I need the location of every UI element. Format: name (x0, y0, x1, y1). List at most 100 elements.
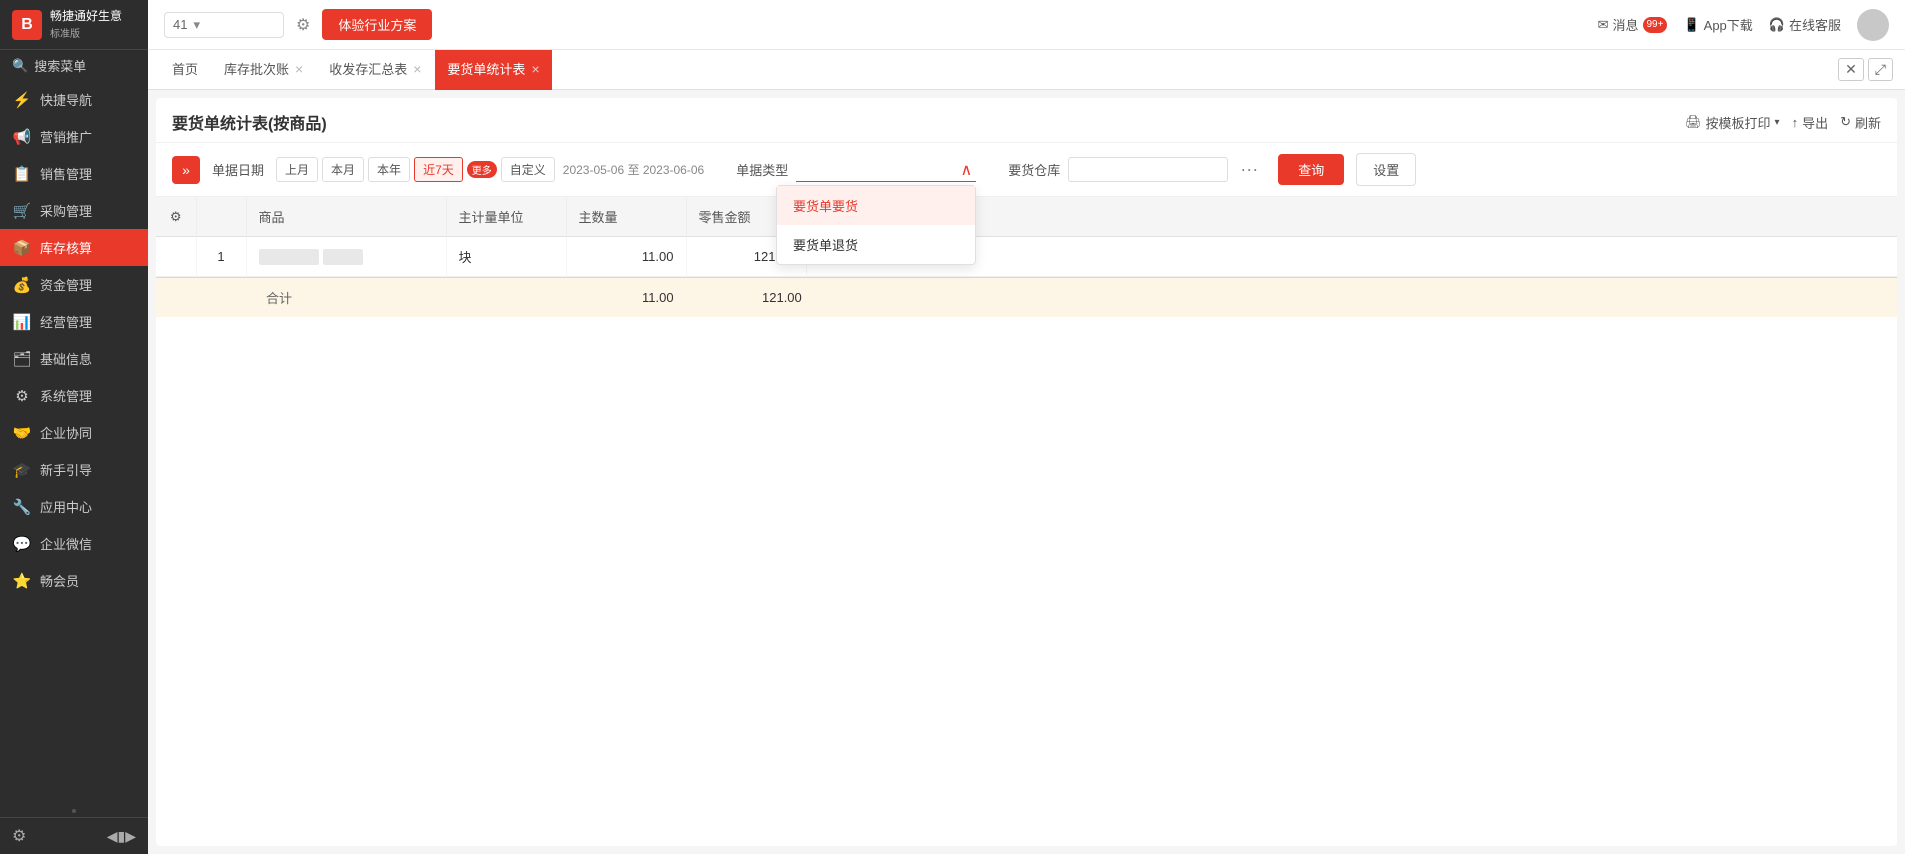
sidebar-item-7[interactable]: 🗂 基础信息 (0, 340, 148, 377)
sidebar-search[interactable]: 🔍 搜索菜单 (0, 50, 148, 81)
sidebar-item-inventory[interactable]: 📦 库存核算 (0, 229, 148, 266)
sidebar-bottom: ⚙ ◀▮▶ (0, 817, 148, 854)
type-input-wrapper: ∧ (796, 158, 976, 182)
sidebar-item-11[interactable]: 🔧 应用中心 (0, 488, 148, 525)
table-header-row: ⚙ 商品 主计量单位 主数量 零 (156, 197, 1897, 237)
tabbar-close-btn[interactable]: ✕ (1838, 58, 1864, 81)
col-settings[interactable]: ⚙ (156, 197, 196, 237)
collapse-icon[interactable]: ◀▮▶ (107, 828, 136, 845)
topbar-avatar[interactable] (1857, 9, 1889, 41)
sidebar-item-2[interactable]: 📋 销售管理 (0, 155, 148, 192)
date-range-text: 2023-05-06 至 2023-06-06 (563, 161, 704, 178)
settings-icon[interactable]: ⚙ (12, 826, 26, 846)
dropdown-item-1[interactable]: 要货单退货 (777, 225, 975, 264)
dropdown-item-0[interactable]: 要货单要货 (777, 186, 975, 225)
dropdown-arrow-icon: ▾ (193, 17, 200, 33)
filter-more-icon[interactable]: ··· (1240, 159, 1258, 180)
topbar-msg[interactable]: ✉ 消息 99+ (1598, 15, 1668, 34)
page: 要货单统计表(按商品) 🖨 按模板打印 ▾ ↑ 导出 ↻ 刷新 (148, 90, 1905, 854)
warehouse-input[interactable] (1068, 157, 1228, 182)
footer-qty: 11.00 (642, 290, 674, 305)
topbar-gear-icon[interactable]: ⚙ (296, 15, 310, 35)
topbar: 41 ▾ ⚙ 体验行业方案 ✉ 消息 99+ 📱 App下载 🎧 在线客服 (148, 0, 1905, 50)
sidebar-item-1[interactable]: 📢 营销推广 (0, 118, 148, 155)
date-label: 单据日期 (212, 160, 264, 179)
type-dropdown: 要货单要货 要货单退货 (776, 185, 976, 265)
filter-date-group: 上月 本月 本年 近7天 更多 自定义 2023-05-06 至 2023-06… (276, 157, 704, 182)
sidebar-item-0[interactable]: ⚡ 快捷导航 (0, 81, 148, 118)
date-btn-custom[interactable]: 自定义 (501, 157, 555, 182)
table-wrapper: ⚙ 商品 主计量单位 主数量 零 (156, 197, 1897, 277)
sidebar-icon-3: 🛒 (12, 202, 32, 220)
col-qty: 主数量 (566, 197, 686, 237)
sidebar-icon-7: 🗂 (12, 350, 32, 368)
row-qty: 11.00 (566, 237, 686, 277)
filter-warehouse-group: 要货仓库 ··· (1008, 157, 1258, 182)
query-btn[interactable]: 查询 (1278, 154, 1344, 185)
page-inner: 要货单统计表(按商品) 🖨 按模板打印 ▾ ↑ 导出 ↻ 刷新 (156, 98, 1897, 846)
tab-inventory-batch[interactable]: 库存批次账 × (212, 50, 315, 90)
date-btn-prev-month[interactable]: 上月 (276, 157, 318, 182)
topbar-dropdown[interactable]: 41 ▾ (164, 12, 284, 38)
row-no: 1 (196, 237, 246, 277)
col-no (196, 197, 246, 237)
topbar-app[interactable]: 📱 App下载 (1683, 15, 1752, 34)
date-btn-this-month[interactable]: 本月 (322, 157, 364, 182)
print-arrow-icon: ▾ (1775, 117, 1780, 128)
topbar-right: ✉ 消息 99+ 📱 App下载 🎧 在线客服 (1598, 9, 1889, 41)
sidebar-icon-9: 🤝 (12, 424, 32, 442)
col-unit: 主计量单位 (446, 197, 566, 237)
col-product: 商品 (246, 197, 446, 237)
tabbar: 首页 库存批次账 × 收发存汇总表 × 要货单统计表 × ✕ ⤢ (148, 50, 1905, 90)
sidebar-item-10[interactable]: 🎓 新手引导 (0, 451, 148, 488)
tab-close-1[interactable]: × (295, 62, 303, 76)
export-btn[interactable]: ↑ 导出 (1792, 113, 1829, 132)
print-btn[interactable]: 🖨 按模板打印 ▾ (1685, 113, 1780, 132)
sidebar-item-5[interactable]: 💰 资金管理 (0, 266, 148, 303)
date-more-badge[interactable]: 更多 (467, 161, 497, 178)
sidebar-nav: ⚡ 快捷导航 📢 营销推广 📋 销售管理 🛒 采购管理 📦 库存核算 💰 资金管… (0, 81, 148, 805)
type-arrow-icon[interactable]: ∧ (961, 160, 973, 180)
sidebar-item-13[interactable]: ⭐ 畅会员 (0, 562, 148, 599)
date-btn-7days[interactable]: 近7天 (414, 157, 463, 182)
sidebar-icon-6: 📊 (12, 313, 32, 331)
row-settings (156, 237, 196, 277)
sidebar-item-9[interactable]: 🤝 企业协同 (0, 414, 148, 451)
sidebar-icon-0: ⚡ (12, 91, 32, 109)
tab-receive-summary[interactable]: 收发存汇总表 × (317, 50, 433, 90)
row-product (246, 237, 446, 277)
sidebar-scroll-indicator (0, 805, 148, 817)
footer-amount: 121.00 (762, 290, 802, 305)
sidebar-item-3[interactable]: 🛒 采购管理 (0, 192, 148, 229)
sidebar: B 畅捷通好生意 标准版 🔍 搜索菜单 ⚡ 快捷导航 📢 营销推广 📋 销售管理… (0, 0, 148, 854)
tab-close-2[interactable]: × (413, 62, 421, 76)
filter-type-group: 单据类型 ∧ (736, 158, 976, 182)
tab-home[interactable]: 首页 (160, 50, 210, 90)
type-input[interactable] (796, 158, 976, 182)
sidebar-icon-10: 🎓 (12, 461, 32, 479)
tabbar-actions: ✕ ⤢ (1838, 58, 1893, 81)
table-footer: 合计 11.00 121.00 (156, 277, 1897, 317)
tab-close-3[interactable]: × (531, 62, 539, 76)
expand-icon: » (182, 162, 190, 178)
export-icon: ↑ (1792, 115, 1799, 130)
product-placeholder (259, 249, 434, 265)
sidebar-item-8[interactable]: ⚙ 系统管理 (0, 377, 148, 414)
date-btn-this-year[interactable]: 本年 (368, 157, 410, 182)
tabbar-expand-btn[interactable]: ⤢ (1868, 58, 1893, 81)
tab-order-stat[interactable]: 要货单统计表 × (435, 50, 551, 90)
setting-btn[interactable]: 设置 (1356, 153, 1416, 186)
page-actions: 🖨 按模板打印 ▾ ↑ 导出 ↻ 刷新 (1685, 113, 1881, 132)
footer-label: 合计 (258, 288, 292, 307)
sidebar-icon-11: 🔧 (12, 498, 32, 516)
sidebar-logo: B 畅捷通好生意 标准版 (0, 0, 148, 50)
msg-icon: ✉ (1598, 17, 1609, 33)
topbar-service[interactable]: 🎧 在线客服 (1769, 15, 1841, 34)
sidebar-item-12[interactable]: 💬 企业微信 (0, 525, 148, 562)
trial-btn[interactable]: 体验行业方案 (322, 9, 432, 40)
refresh-btn[interactable]: ↻ 刷新 (1840, 113, 1881, 132)
table-row: 1 块 11.00 121.00 (156, 237, 1897, 277)
filter-expand-btn[interactable]: » (172, 156, 200, 184)
sidebar-item-6[interactable]: 📊 经营管理 (0, 303, 148, 340)
sidebar-icon-13: ⭐ (12, 572, 32, 590)
